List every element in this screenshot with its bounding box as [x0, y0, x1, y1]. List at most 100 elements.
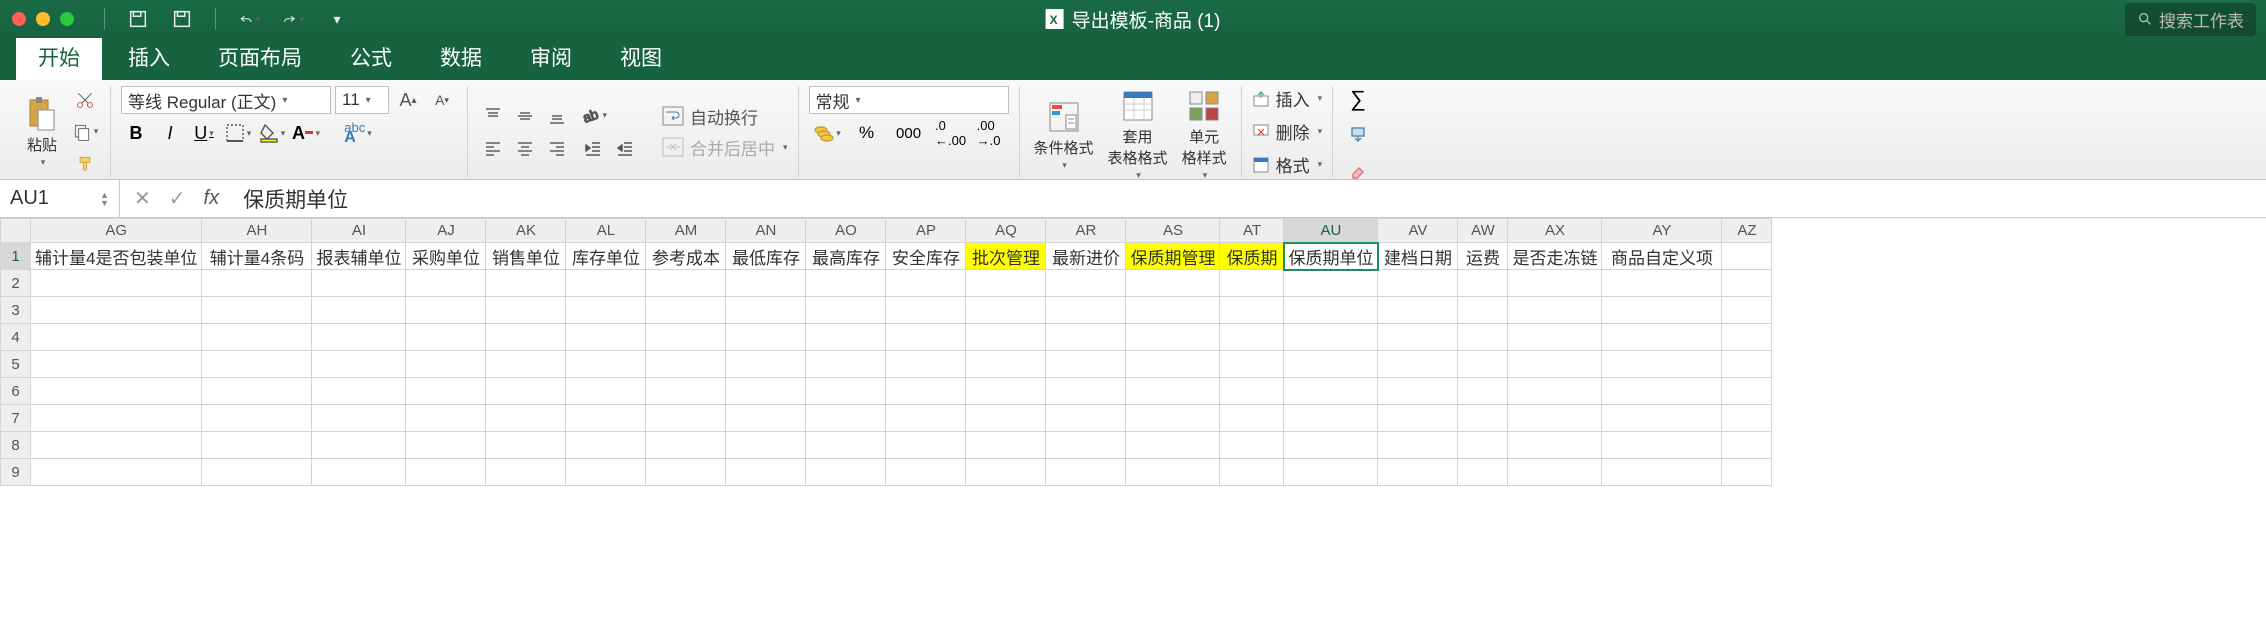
align-center-button[interactable]: [510, 135, 540, 161]
cell-AM1[interactable]: 参考成本: [646, 243, 726, 270]
cell-AV9[interactable]: [1378, 459, 1458, 486]
cell-AN9[interactable]: [726, 459, 806, 486]
tab-formulas[interactable]: 公式: [328, 34, 414, 80]
cell-AI3[interactable]: [312, 297, 406, 324]
cell-AN7[interactable]: [726, 405, 806, 432]
cell-AM6[interactable]: [646, 378, 726, 405]
col-header-AI[interactable]: AI: [312, 219, 406, 243]
cell-AX6[interactable]: [1508, 378, 1602, 405]
cell-AI4[interactable]: [312, 324, 406, 351]
select-all-corner[interactable]: [1, 219, 31, 243]
paste-button[interactable]: 粘贴 ▾: [20, 94, 64, 170]
cell-AJ1[interactable]: 采购单位: [406, 243, 486, 270]
row-header-3[interactable]: 3: [1, 297, 31, 324]
cell-AS5[interactable]: [1126, 351, 1220, 378]
cell-AV3[interactable]: [1378, 297, 1458, 324]
cell-AP3[interactable]: [886, 297, 966, 324]
cancel-formula-button[interactable]: ✕: [134, 186, 151, 211]
col-header-AS[interactable]: AS: [1126, 219, 1220, 243]
cell-AI1[interactable]: 报表辅单位: [312, 243, 406, 270]
accept-formula-button[interactable]: ✓: [169, 186, 186, 211]
col-header-AX[interactable]: AX: [1508, 219, 1602, 243]
cell-AP6[interactable]: [886, 378, 966, 405]
row-header-8[interactable]: 8: [1, 432, 31, 459]
cell-AO2[interactable]: [806, 270, 886, 297]
cell-AZ8[interactable]: [1722, 432, 1772, 459]
formula-input[interactable]: 保质期单位: [233, 184, 2266, 214]
cell-AH3[interactable]: [202, 297, 312, 324]
cell-AP7[interactable]: [886, 405, 966, 432]
cell-AS2[interactable]: [1126, 270, 1220, 297]
bold-button[interactable]: B: [121, 120, 151, 146]
cell-AU2[interactable]: [1284, 270, 1378, 297]
cell-AQ8[interactable]: [966, 432, 1046, 459]
cell-AY1[interactable]: 商品自定义项: [1602, 243, 1722, 270]
align-top-button[interactable]: [478, 103, 508, 129]
format-cells-button[interactable]: 格式▾: [1252, 152, 1323, 177]
font-color-button[interactable]: A▾: [291, 120, 321, 146]
cell-AO1[interactable]: 最高库存: [806, 243, 886, 270]
cell-AP4[interactable]: [886, 324, 966, 351]
cell-AZ1[interactable]: [1722, 243, 1772, 270]
cell-AJ9[interactable]: [406, 459, 486, 486]
cell-AL9[interactable]: [566, 459, 646, 486]
align-middle-button[interactable]: [510, 103, 540, 129]
tab-insert[interactable]: 插入: [106, 34, 192, 80]
cell-AH9[interactable]: [202, 459, 312, 486]
wrap-text-button[interactable]: 自动换行: [662, 104, 788, 129]
cell-AX9[interactable]: [1508, 459, 1602, 486]
col-header-AV[interactable]: AV: [1378, 219, 1458, 243]
save-icon[interactable]: [127, 8, 149, 30]
cell-AR9[interactable]: [1046, 459, 1126, 486]
cell-AG6[interactable]: [31, 378, 202, 405]
cell-AQ4[interactable]: [966, 324, 1046, 351]
cell-AK8[interactable]: [486, 432, 566, 459]
cell-AU1[interactable]: 保质期单位: [1284, 243, 1378, 270]
cell-AK6[interactable]: [486, 378, 566, 405]
cut-button[interactable]: [70, 87, 100, 113]
name-box[interactable]: AU1 ▲▼: [0, 180, 120, 217]
clear-button[interactable]: [1343, 158, 1373, 184]
col-header-AR[interactable]: AR: [1046, 219, 1126, 243]
col-header-AW[interactable]: AW: [1458, 219, 1508, 243]
cell-AN8[interactable]: [726, 432, 806, 459]
redo-icon[interactable]: ▾: [282, 8, 304, 30]
increase-indent-button[interactable]: [610, 135, 640, 161]
cell-AS8[interactable]: [1126, 432, 1220, 459]
cell-AH5[interactable]: [202, 351, 312, 378]
cell-AQ3[interactable]: [966, 297, 1046, 324]
col-header-AL[interactable]: AL: [566, 219, 646, 243]
cell-AP8[interactable]: [886, 432, 966, 459]
cell-AZ4[interactable]: [1722, 324, 1772, 351]
cell-AG1[interactable]: 辅计量4是否包装单位: [31, 243, 202, 270]
col-header-AO[interactable]: AO: [806, 219, 886, 243]
cell-AG8[interactable]: [31, 432, 202, 459]
col-header-AJ[interactable]: AJ: [406, 219, 486, 243]
copy-button[interactable]: ▾: [70, 119, 100, 145]
cell-AV6[interactable]: [1378, 378, 1458, 405]
cell-AZ6[interactable]: [1722, 378, 1772, 405]
cell-AZ5[interactable]: [1722, 351, 1772, 378]
cell-AW9[interactable]: [1458, 459, 1508, 486]
cell-AN1[interactable]: 最低库存: [726, 243, 806, 270]
cell-AO3[interactable]: [806, 297, 886, 324]
font-size-select[interactable]: 11▾: [335, 86, 389, 114]
cell-AT3[interactable]: [1220, 297, 1284, 324]
cell-AZ7[interactable]: [1722, 405, 1772, 432]
cell-AQ7[interactable]: [966, 405, 1046, 432]
maximize-window[interactable]: [60, 12, 74, 26]
row-header-2[interactable]: 2: [1, 270, 31, 297]
cell-AQ5[interactable]: [966, 351, 1046, 378]
cell-AY3[interactable]: [1602, 297, 1722, 324]
cell-AT8[interactable]: [1220, 432, 1284, 459]
cell-AH7[interactable]: [202, 405, 312, 432]
row-header-5[interactable]: 5: [1, 351, 31, 378]
cell-AO8[interactable]: [806, 432, 886, 459]
insert-cells-button[interactable]: 插入▾: [1252, 86, 1323, 111]
cell-AU5[interactable]: [1284, 351, 1378, 378]
cell-AM9[interactable]: [646, 459, 726, 486]
tab-view[interactable]: 视图: [598, 34, 684, 80]
namebox-stepper[interactable]: ▲▼: [100, 191, 109, 207]
tab-data[interactable]: 数据: [418, 34, 504, 80]
cell-AX8[interactable]: [1508, 432, 1602, 459]
